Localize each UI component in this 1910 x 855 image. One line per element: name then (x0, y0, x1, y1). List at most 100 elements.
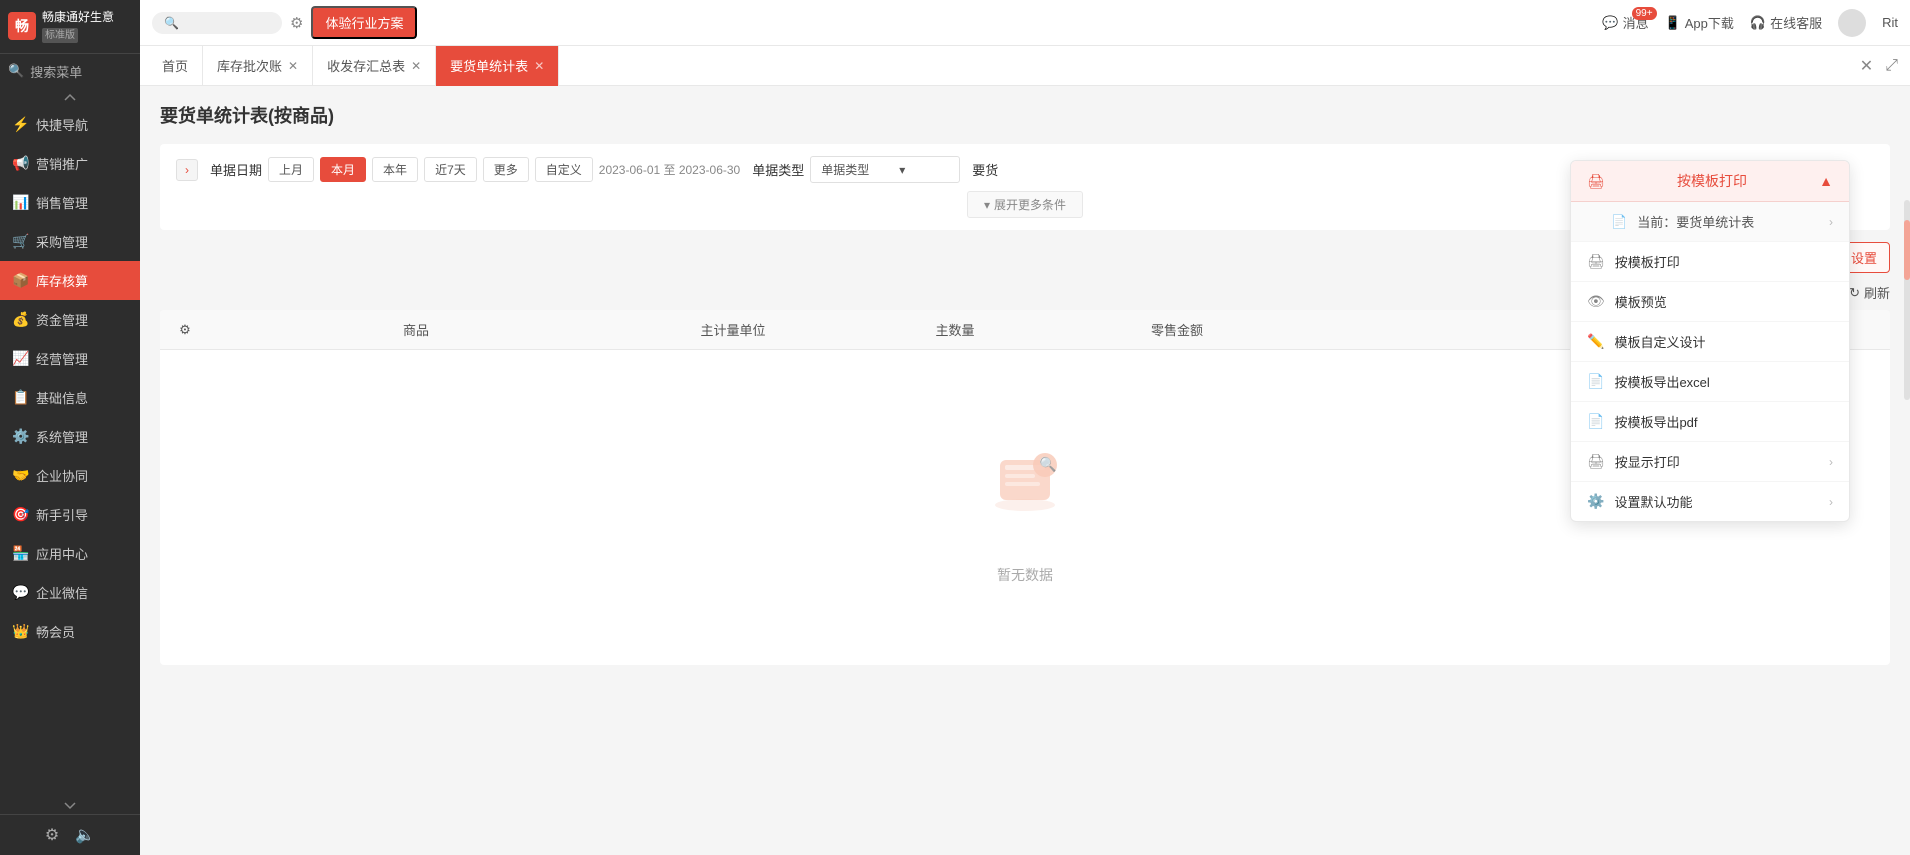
sidebar-item-quick-nav[interactable]: ⚡ 快捷导航 (0, 105, 140, 144)
app-badge: 标准版 (42, 28, 78, 43)
user-avatar[interactable] (1838, 9, 1866, 37)
basic-icon: 📋 (12, 389, 28, 406)
sidebar-item-wechat[interactable]: 💬 企业微信 (0, 573, 140, 612)
topbar-search[interactable]: 🔍 (152, 12, 282, 34)
inventory-icon: 📦 (12, 272, 28, 289)
system-icon: ⚙️ (12, 428, 28, 445)
date-btn-more[interactable]: 更多 (483, 157, 529, 182)
online-service-icon: 🎧 (1750, 15, 1766, 31)
dropdown-item-export-excel[interactable]: 📄 按模板导出excel (1571, 362, 1849, 402)
search-icon: 🔍 (8, 63, 24, 79)
online-service-item[interactable]: 🎧 在线客服 (1750, 13, 1822, 32)
template-design-icon: ✏️ (1587, 333, 1604, 350)
svg-text:🔍: 🔍 (1039, 455, 1056, 473)
scrollbar-right[interactable] (1904, 200, 1910, 400)
purchase-icon: 🛒 (12, 233, 28, 250)
tab-close-inventory-batch[interactable]: ✕ (288, 59, 298, 73)
settings-col-icon[interactable]: ⚙ (179, 322, 191, 337)
dropdown-item-template-design[interactable]: ✏️ 模板自定义设计 (1571, 322, 1849, 362)
set-default-arrow: › (1829, 495, 1833, 509)
sidebar-footer: ⚙ 🔈 (0, 814, 140, 855)
username[interactable]: Rit (1882, 15, 1898, 30)
sidebar-item-member[interactable]: 👑 畅会员 (0, 612, 140, 651)
topbar-gear-icon[interactable]: ⚙ (290, 14, 303, 32)
date-btn-last-month[interactable]: 上月 (268, 157, 314, 182)
filter-expand-icon-btn[interactable]: › (176, 159, 198, 181)
sidebar-item-inventory[interactable]: 📦 库存核算 (0, 261, 140, 300)
sidebar-search[interactable]: 🔍 搜索菜单 (0, 54, 140, 89)
sales-icon: 📊 (12, 194, 28, 211)
guide-icon: 🎯 (12, 506, 28, 523)
sound-footer-icon[interactable]: 🔈 (75, 825, 95, 845)
date-btn-7days[interactable]: 近7天 (424, 157, 477, 182)
date-btn-this-month[interactable]: 本月 (320, 157, 366, 182)
expand-more-icon: ▾ (984, 198, 990, 212)
type-filter-section: 单据类型 单据类型 ▾ (752, 156, 960, 183)
dropdown-item-set-default[interactable]: ⚙️ 设置默认功能 › (1571, 482, 1849, 521)
empty-illustration: 🔍 (975, 430, 1075, 549)
dropdown-item-display-print[interactable]: 🖨 按显示打印 › (1571, 442, 1849, 482)
finance-icon: 💰 (12, 311, 28, 328)
wechat-icon: 💬 (12, 584, 28, 601)
tab-close-order-stats[interactable]: ✕ (534, 59, 544, 73)
app-download-item[interactable]: 📱 App下载 (1665, 13, 1734, 32)
apps-icon: 🏪 (12, 545, 28, 562)
sidebar-item-purchase[interactable]: 🛒 采购管理 (0, 222, 140, 261)
refresh-btn[interactable]: ↻ 刷新 (1849, 283, 1890, 302)
trial-button[interactable]: 体验行业方案 (311, 6, 417, 39)
current-template-icon: 📄 (1611, 214, 1627, 230)
sidebar-item-system[interactable]: ⚙️ 系统管理 (0, 417, 140, 456)
sidebar-item-operations[interactable]: 📈 经营管理 (0, 339, 140, 378)
tab-receivables[interactable]: 收发存汇总表 ✕ (313, 46, 436, 86)
scrollbar-thumb[interactable] (1904, 220, 1910, 280)
export-excel-icon: 📄 (1587, 373, 1604, 390)
current-template-arrow: › (1829, 215, 1833, 229)
sidebar-item-basic[interactable]: 📋 基础信息 (0, 378, 140, 417)
sidebar-item-guide[interactable]: 🎯 新手引导 (0, 495, 140, 534)
display-print-arrow: › (1829, 455, 1833, 469)
expand-more-btn[interactable]: ▾ 展开更多条件 (967, 191, 1083, 218)
dropdown-print-icon: 🖨 (1587, 173, 1605, 190)
dropdown-header[interactable]: 🖨 按模板打印 ▲ (1571, 161, 1849, 202)
tab-home[interactable]: 首页 (148, 46, 203, 86)
topbar: 🔍 ⚙ 体验行业方案 💬 消息 99+ 📱 App下载 🎧 在线客服 Rit (140, 0, 1910, 46)
sidebar-item-finance[interactable]: 💰 资金管理 (0, 300, 140, 339)
logo-icon: 畅 (8, 12, 36, 40)
message-item[interactable]: 💬 消息 99+ (1602, 13, 1648, 32)
display-print-icon: 🖨 (1587, 453, 1605, 470)
topbar-search-icon: 🔍 (164, 16, 179, 30)
marketing-icon: 📢 (12, 155, 28, 172)
sidebar-nav: ⚡ 快捷导航 📢 营销推广 📊 销售管理 🛒 采购管理 📦 库存核算 💰 资金管… (0, 105, 140, 798)
date-btn-custom[interactable]: 自定义 (535, 157, 593, 182)
chevron-down-icon: ▾ (899, 163, 905, 177)
table-header-check: ⚙ (160, 322, 210, 338)
table-header-unit: 主计量单位 (622, 320, 844, 339)
date-btn-this-year[interactable]: 本年 (372, 157, 418, 182)
dropdown-item-template-preview[interactable]: 👁 模板预览 (1571, 282, 1849, 322)
tab-order-stats[interactable]: 要货单统计表 ✕ (436, 46, 559, 86)
sidebar-item-sales[interactable]: 📊 销售管理 (0, 183, 140, 222)
tab-inventory-batch[interactable]: 库存批次账 ✕ (203, 46, 313, 86)
table-header-qty: 主数量 (844, 320, 1066, 339)
dropdown-current-template[interactable]: 📄 当前：要货单统计表 › (1571, 202, 1849, 242)
tab-close-receivables[interactable]: ✕ (411, 59, 421, 73)
dropdown-item-export-pdf[interactable]: 📄 按模板导出pdf (1571, 402, 1849, 442)
settings-footer-icon[interactable]: ⚙ (45, 825, 59, 845)
scroll-up-btn[interactable] (0, 89, 140, 105)
date-filter-label: 单据日期 (210, 160, 262, 179)
sidebar-item-collab[interactable]: 🤝 企业协同 (0, 456, 140, 495)
scroll-down-btn[interactable] (0, 798, 140, 814)
app-name: 畅康通好生意 (42, 10, 114, 26)
tabs-close-all-btn[interactable]: ✕ (1852, 56, 1881, 76)
set-default-icon: ⚙️ (1587, 493, 1604, 510)
tabs-expand-btn[interactable]: ⤢ (1881, 57, 1902, 75)
chevron-right-icon: › (185, 163, 189, 177)
dropdown-item-template-print[interactable]: 🖨 按模板打印 (1571, 242, 1849, 282)
sidebar-item-marketing[interactable]: 📢 营销推广 (0, 144, 140, 183)
empty-text: 暂无数据 (997, 565, 1053, 585)
dropdown-title: 按模板打印 (1677, 171, 1747, 191)
type-select[interactable]: 单据类型 ▾ (810, 156, 960, 183)
table-header-amount: 零售金额 (1066, 320, 1288, 339)
dropdown-collapse-icon[interactable]: ▲ (1819, 173, 1833, 189)
sidebar-item-apps[interactable]: 🏪 应用中心 (0, 534, 140, 573)
